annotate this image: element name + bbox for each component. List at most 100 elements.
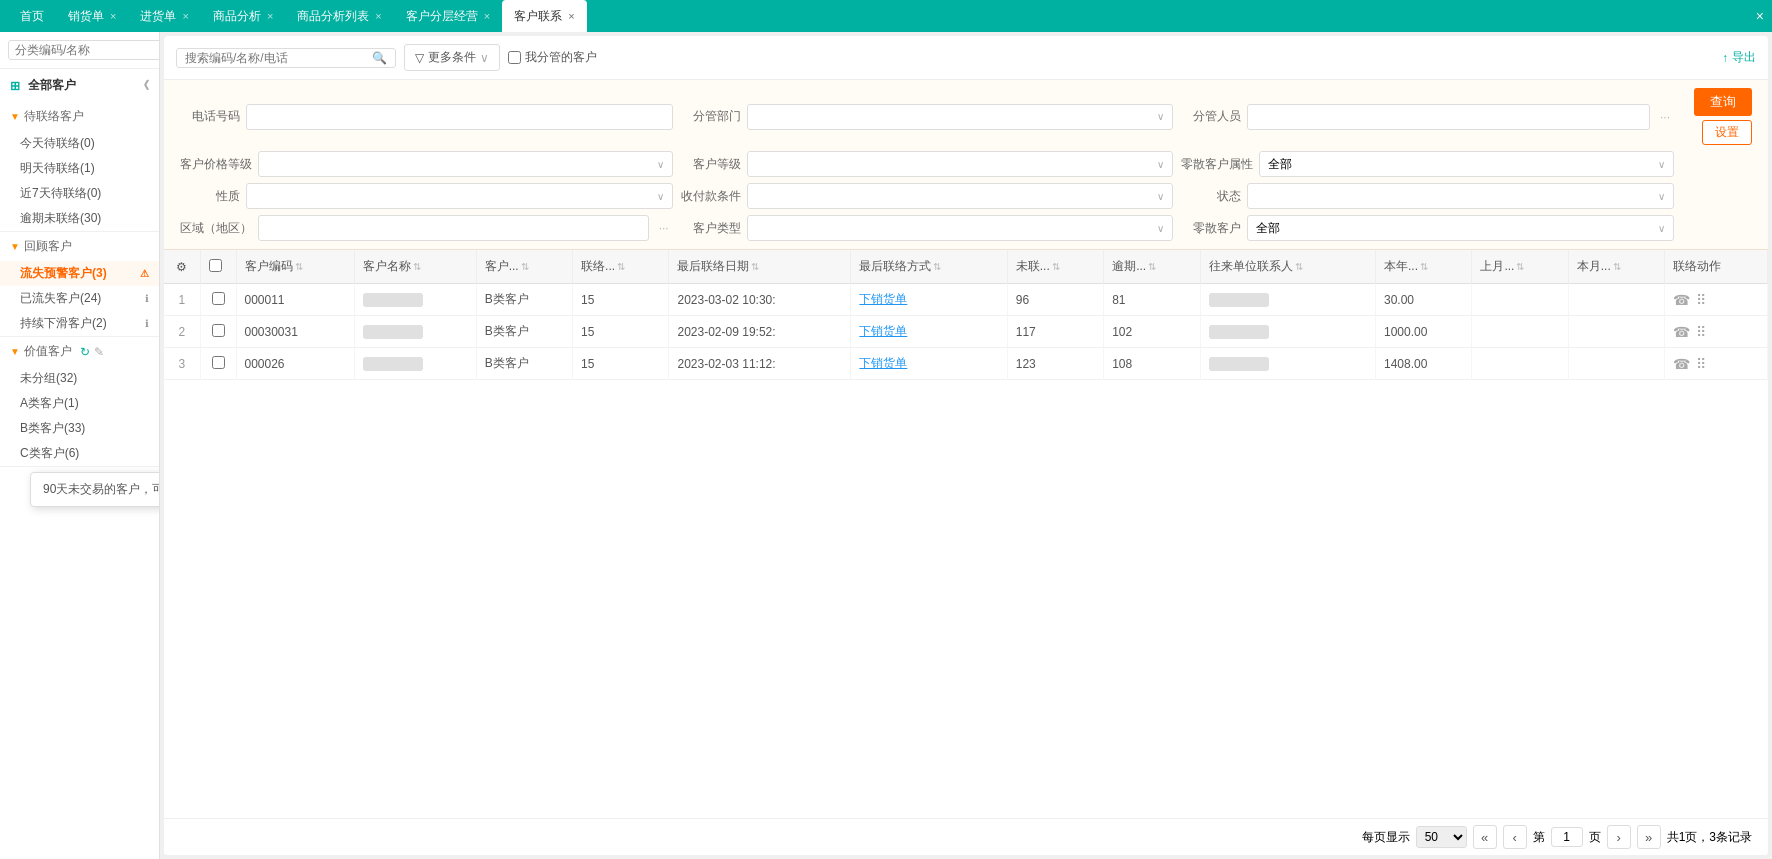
search-input[interactable] [185, 51, 368, 65]
sidebar-item-classB[interactable]: B类客户(33) [0, 416, 159, 441]
my-managed-checkbox[interactable] [508, 51, 521, 64]
phone-icon-1[interactable]: ☎ [1673, 324, 1690, 340]
phone-icon-0[interactable]: ☎ [1673, 292, 1690, 308]
input-person[interactable] [1247, 104, 1650, 130]
more-icon-2[interactable]: ⠿ [1696, 356, 1706, 372]
th-this-year[interactable]: 本年...⇅ [1375, 250, 1471, 284]
close-purchase[interactable]: × [182, 10, 188, 22]
edit-icon[interactable]: ✎ [94, 345, 104, 359]
sidebar-search-input[interactable] [8, 40, 160, 60]
sidebar-item-churned[interactable]: 已流失客户(24) ℹ [0, 286, 159, 311]
section-title-pending[interactable]: ▼ 待联络客户 [0, 102, 159, 131]
per-page-select[interactable]: 50 100 [1416, 826, 1467, 848]
cell-lastmethod-1[interactable]: 下销货单 [851, 316, 1007, 348]
label-scatter-cust: 零散客户 [1181, 220, 1241, 237]
label-person: 分管人员 [1181, 108, 1241, 125]
more-conditions-btn[interactable]: ▽ 更多条件 ∨ [404, 44, 500, 71]
sidebar-item-tomorrow[interactable]: 明天待联络(1) [0, 156, 159, 181]
sidebar-item-declining[interactable]: 持续下滑客户(2) ℹ [0, 311, 159, 336]
settings-btn[interactable]: 设置 [1702, 120, 1752, 145]
search-icon-toolbar[interactable]: 🔍 [372, 51, 387, 65]
th-contact-person[interactable]: 往来单位联系人⇅ [1200, 250, 1375, 284]
th-contact[interactable]: 联络...⇅ [573, 250, 669, 284]
row-checkbox-0[interactable] [212, 292, 225, 305]
my-managed-label[interactable]: 我分管的客户 [508, 49, 597, 66]
th-this-month[interactable]: 本月...⇅ [1568, 250, 1664, 284]
prev-page-btn[interactable]: ‹ [1503, 825, 1527, 849]
close-all-tabs[interactable]: × [1756, 8, 1764, 24]
select-all-checkbox[interactable] [209, 259, 222, 272]
cell-lastmethod-2[interactable]: 下销货单 [851, 348, 1007, 380]
nav-home[interactable]: 首页 [8, 0, 56, 32]
dots-region[interactable]: ··· [655, 221, 673, 235]
sidebar-all-customers[interactable]: ⊞ 全部客户 《 [0, 69, 159, 102]
cell-check-1[interactable] [200, 316, 236, 348]
close-product-list[interactable]: × [375, 10, 381, 22]
close-sales[interactable]: × [110, 10, 116, 22]
nav-sales[interactable]: 销货单 × [56, 0, 128, 32]
cell-lastmethod-0[interactable]: 下销货单 [851, 284, 1007, 316]
input-phone[interactable] [246, 104, 673, 130]
select-status[interactable]: ∨ [1247, 183, 1674, 209]
sidebar-item-classA[interactable]: A类客户(1) [0, 391, 159, 416]
th-checkbox[interactable] [200, 250, 236, 284]
cell-check-2[interactable] [200, 348, 236, 380]
link-lastmethod-0[interactable]: 下销货单 [859, 292, 907, 306]
more-icon-0[interactable]: ⠿ [1696, 292, 1706, 308]
next-page-btn[interactable]: › [1607, 825, 1631, 849]
th-overdue[interactable]: 逾期...⇅ [1104, 250, 1200, 284]
select-dept[interactable]: ∨ [747, 104, 1174, 130]
select-payment[interactable]: ∨ [747, 183, 1174, 209]
th-no-contact[interactable]: 未联...⇅ [1007, 250, 1103, 284]
select-scatter-cust[interactable]: 全部 ∨ [1247, 215, 1674, 241]
last-page-btn[interactable]: » [1637, 825, 1661, 849]
section-title-review[interactable]: ▼ 回顾客户 [0, 232, 159, 261]
select-price-level[interactable]: ∨ [258, 151, 673, 177]
refresh-icon[interactable]: ↻ [80, 345, 90, 359]
page-input[interactable] [1551, 827, 1583, 847]
th-last-method[interactable]: 最后联络方式⇅ [851, 250, 1007, 284]
close-customer-tier[interactable]: × [484, 10, 490, 22]
nav-product-analysis[interactable]: 商品分析 × [201, 0, 285, 32]
nav-customer-contact[interactable]: 客户联系 × [502, 0, 586, 32]
sidebar-item-7days[interactable]: 近7天待联络(0) [0, 181, 159, 206]
table-row: 1 000011 B类客户 15 2023-03-02 10:30: 下销货单 … [164, 284, 1768, 316]
sidebar-item-churn-warning[interactable]: 流失预警客户(3) ⚠ [0, 261, 159, 286]
th-code[interactable]: 客户编码⇅ [236, 250, 355, 284]
th-settings[interactable]: ⚙ [164, 250, 200, 284]
sidebar-item-overdue[interactable]: 逾期未联络(30) [0, 206, 159, 231]
cell-overdue-0: 81 [1104, 284, 1200, 316]
select-cust-type[interactable]: ∨ [747, 215, 1174, 241]
nav-product-list[interactable]: 商品分析列表 × [285, 0, 393, 32]
query-btn[interactable]: 查询 [1694, 88, 1752, 116]
nav-purchase[interactable]: 进货单 × [128, 0, 200, 32]
th-last-month[interactable]: 上月...⇅ [1472, 250, 1568, 284]
row-checkbox-1[interactable] [212, 324, 225, 337]
select-nature[interactable]: ∨ [246, 183, 673, 209]
close-customer-contact[interactable]: × [568, 10, 574, 22]
nav-customer-tier[interactable]: 客户分层经营 × [394, 0, 502, 32]
section-title-value[interactable]: ▼ 价值客户 ↻ ✎ [0, 337, 159, 366]
input-region[interactable] [258, 215, 649, 241]
cell-thismonth-0 [1568, 284, 1664, 316]
link-lastmethod-1[interactable]: 下销货单 [859, 324, 907, 338]
th-type[interactable]: 客户...⇅ [476, 250, 572, 284]
select-scatter-attr[interactable]: 全部 ∨ [1259, 151, 1674, 177]
close-product-analysis[interactable]: × [267, 10, 273, 22]
select-cust-level[interactable]: ∨ [747, 151, 1174, 177]
sidebar-item-today[interactable]: 今天待联络(0) [0, 131, 159, 156]
first-page-btn[interactable]: « [1473, 825, 1497, 849]
dots-person[interactable]: ··· [1656, 110, 1674, 124]
sidebar-item-classC[interactable]: C类客户(6) [0, 441, 159, 466]
more-icon-1[interactable]: ⠿ [1696, 324, 1706, 340]
th-last-date[interactable]: 最后联络日期⇅ [669, 250, 851, 284]
collapse-icon[interactable]: 《 [138, 78, 149, 93]
phone-icon-2[interactable]: ☎ [1673, 356, 1690, 372]
sidebar-item-ungrouped[interactable]: 未分组(32) [0, 366, 159, 391]
th-name[interactable]: 客户名称⇅ [355, 250, 477, 284]
total-records: 共1页，3条记录 [1667, 829, 1752, 846]
row-checkbox-2[interactable] [212, 356, 225, 369]
export-btn[interactable]: ↑ 导出 [1722, 49, 1756, 66]
link-lastmethod-2[interactable]: 下销货单 [859, 356, 907, 370]
cell-check-0[interactable] [200, 284, 236, 316]
